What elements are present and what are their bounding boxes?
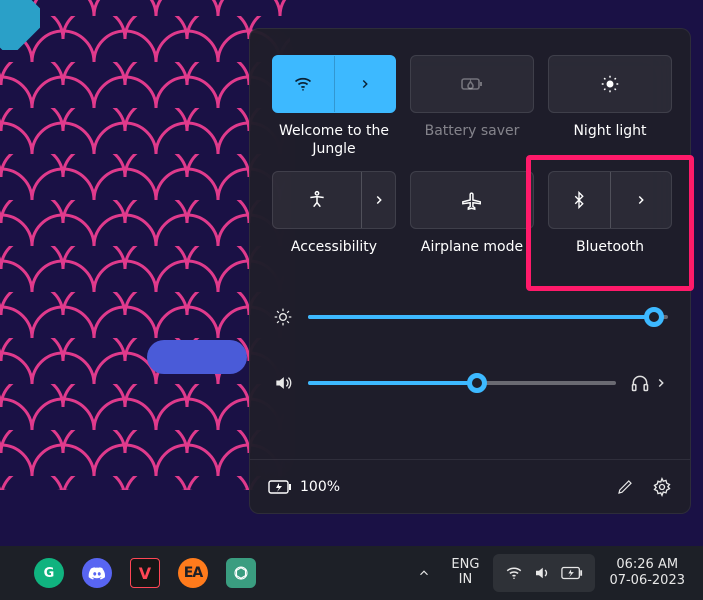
lang-top: ENG [451, 558, 479, 573]
airplane-mode-toggle[interactable] [410, 171, 534, 229]
clock-date: 07-06-2023 [609, 573, 685, 589]
tile-label: Night light [573, 123, 646, 161]
accessibility-icon [307, 190, 327, 210]
wifi-icon [293, 74, 313, 94]
wifi-toggle[interactable] [272, 55, 396, 113]
wifi-expand[interactable] [334, 56, 396, 112]
bluetooth-expand[interactable] [610, 172, 672, 228]
volume-icon [272, 373, 294, 393]
bluetooth-icon [570, 190, 588, 210]
tile-label: Bluetooth [576, 239, 644, 277]
system-tray: ENG IN 06:26 AM 07-06-2023 [407, 546, 703, 600]
tile-accessibility: Accessibility [272, 171, 396, 277]
night-light-toggle[interactable] [548, 55, 672, 113]
battery-saver-icon [460, 74, 484, 94]
language-switcher[interactable]: ENG IN [441, 546, 489, 600]
taskbar-app-discord[interactable] [82, 558, 112, 588]
battery-percent: 100% [300, 479, 340, 495]
accessibility-expand[interactable] [361, 172, 395, 228]
taskbar-app-chatgpt[interactable] [226, 558, 256, 588]
lang-bottom: IN [459, 573, 473, 588]
chevron-right-icon [358, 77, 372, 91]
airplane-icon [461, 189, 483, 211]
bluetooth-toggle[interactable] [548, 171, 672, 229]
tile-battery-saver: Battery saver [410, 55, 534, 161]
gear-icon [652, 477, 672, 497]
discord-icon [88, 566, 106, 580]
settings-button[interactable] [652, 477, 672, 497]
tile-airplane-mode: Airplane mode [410, 171, 534, 277]
wifi-toggle-main[interactable] [273, 56, 334, 112]
accessibility-toggle-main[interactable] [273, 172, 361, 228]
brightness-slider[interactable] [308, 315, 668, 319]
battery-saver-toggle[interactable] [410, 55, 534, 113]
tile-label: Welcome to the Jungle [272, 123, 396, 161]
tray-clock[interactable]: 06:26 AM 07-06-2023 [599, 546, 703, 600]
taskbar-apps: G V EA [34, 558, 256, 588]
taskbar-app-valorant[interactable]: V [130, 558, 160, 588]
tile-label: Battery saver [425, 123, 520, 161]
taskbar-app-ea[interactable]: EA [178, 558, 208, 588]
volume-icon [533, 564, 551, 582]
sliders [272, 307, 668, 393]
tile-night-light: Night light [548, 55, 672, 161]
quick-settings-panel: Welcome to the Jungle Battery saver Nigh… [249, 28, 691, 514]
edit-button[interactable] [616, 478, 634, 496]
taskbar: G V EA ENG IN 06:26 AM 07-06-2023 [0, 546, 703, 600]
volume-slider[interactable] [308, 381, 616, 385]
wallpaper-pattern [0, 0, 290, 490]
tile-bluetooth: Bluetooth [548, 171, 672, 277]
brightness-icon [272, 307, 294, 327]
chevron-right-icon [634, 193, 648, 207]
taskbar-app-grammarly[interactable]: G [34, 558, 64, 588]
wallpaper-shape [147, 340, 247, 374]
chatgpt-icon [232, 564, 250, 582]
tray-overflow[interactable] [407, 546, 441, 600]
battery-status[interactable]: 100% [268, 479, 340, 495]
quick-settings-tiles: Welcome to the Jungle Battery saver Nigh… [272, 55, 668, 277]
battery-icon [561, 566, 583, 580]
tile-label: Accessibility [291, 239, 377, 277]
wallpaper-shape [0, 0, 40, 50]
accessibility-toggle[interactable] [272, 171, 396, 229]
volume-row [272, 373, 668, 393]
bluetooth-toggle-main[interactable] [549, 172, 610, 228]
quick-settings-footer: 100% [250, 459, 690, 513]
wifi-icon [505, 564, 523, 582]
tile-label: Airplane mode [421, 239, 523, 277]
clock-time: 06:26 AM [616, 557, 678, 573]
brightness-row [272, 307, 668, 327]
pencil-icon [616, 478, 634, 496]
night-light-icon [599, 73, 621, 95]
chevron-up-icon [417, 566, 431, 580]
headphones-icon [630, 373, 650, 393]
chevron-right-icon [654, 376, 668, 390]
chevron-right-icon [372, 193, 386, 207]
tray-status-group[interactable] [493, 554, 595, 592]
tile-wifi: Welcome to the Jungle [272, 55, 396, 161]
battery-charging-icon [268, 479, 292, 495]
audio-output-button[interactable] [630, 373, 668, 393]
